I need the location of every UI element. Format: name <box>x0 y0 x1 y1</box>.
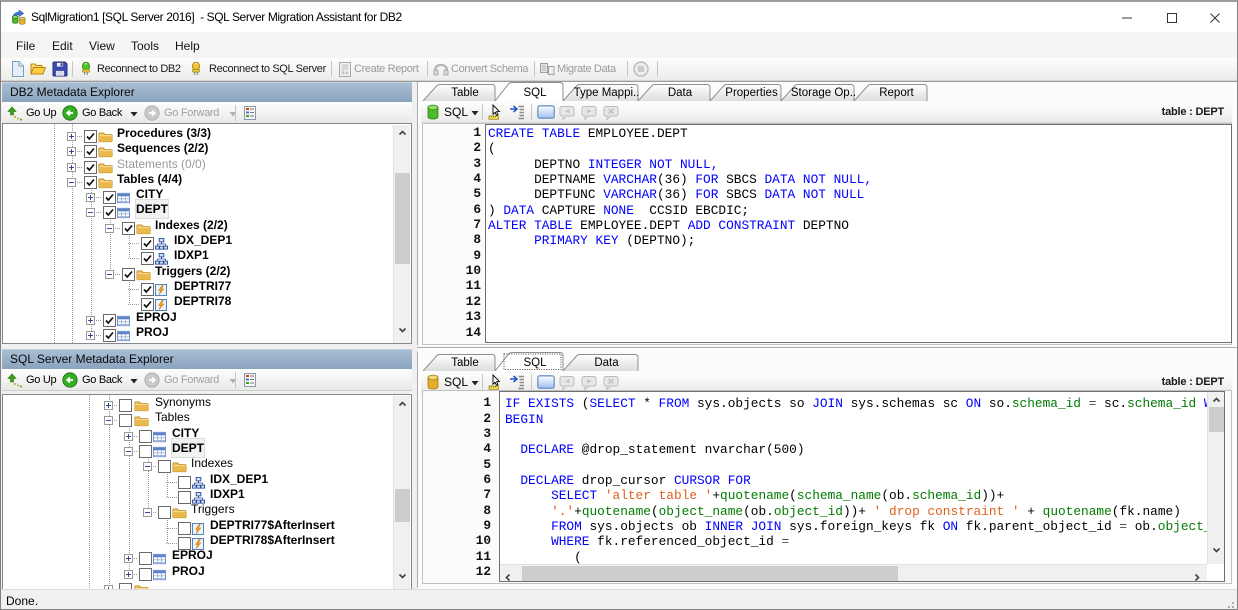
svg-text:Table: Table <box>451 87 479 99</box>
svg-text:Data: Data <box>668 87 693 99</box>
svg-text:Properties: Properties <box>725 87 778 99</box>
svg-text:SQL: SQL <box>523 357 547 369</box>
svg-text:Data: Data <box>594 357 619 369</box>
svg-text:Table: Table <box>451 357 479 369</box>
svg-text:SQL: SQL <box>523 87 547 99</box>
svg-text:Type Mappi..: Type Mappi.. <box>574 87 640 99</box>
svg-text:Report: Report <box>879 87 914 99</box>
svg-text:Storage Op..: Storage Op.. <box>791 87 856 99</box>
